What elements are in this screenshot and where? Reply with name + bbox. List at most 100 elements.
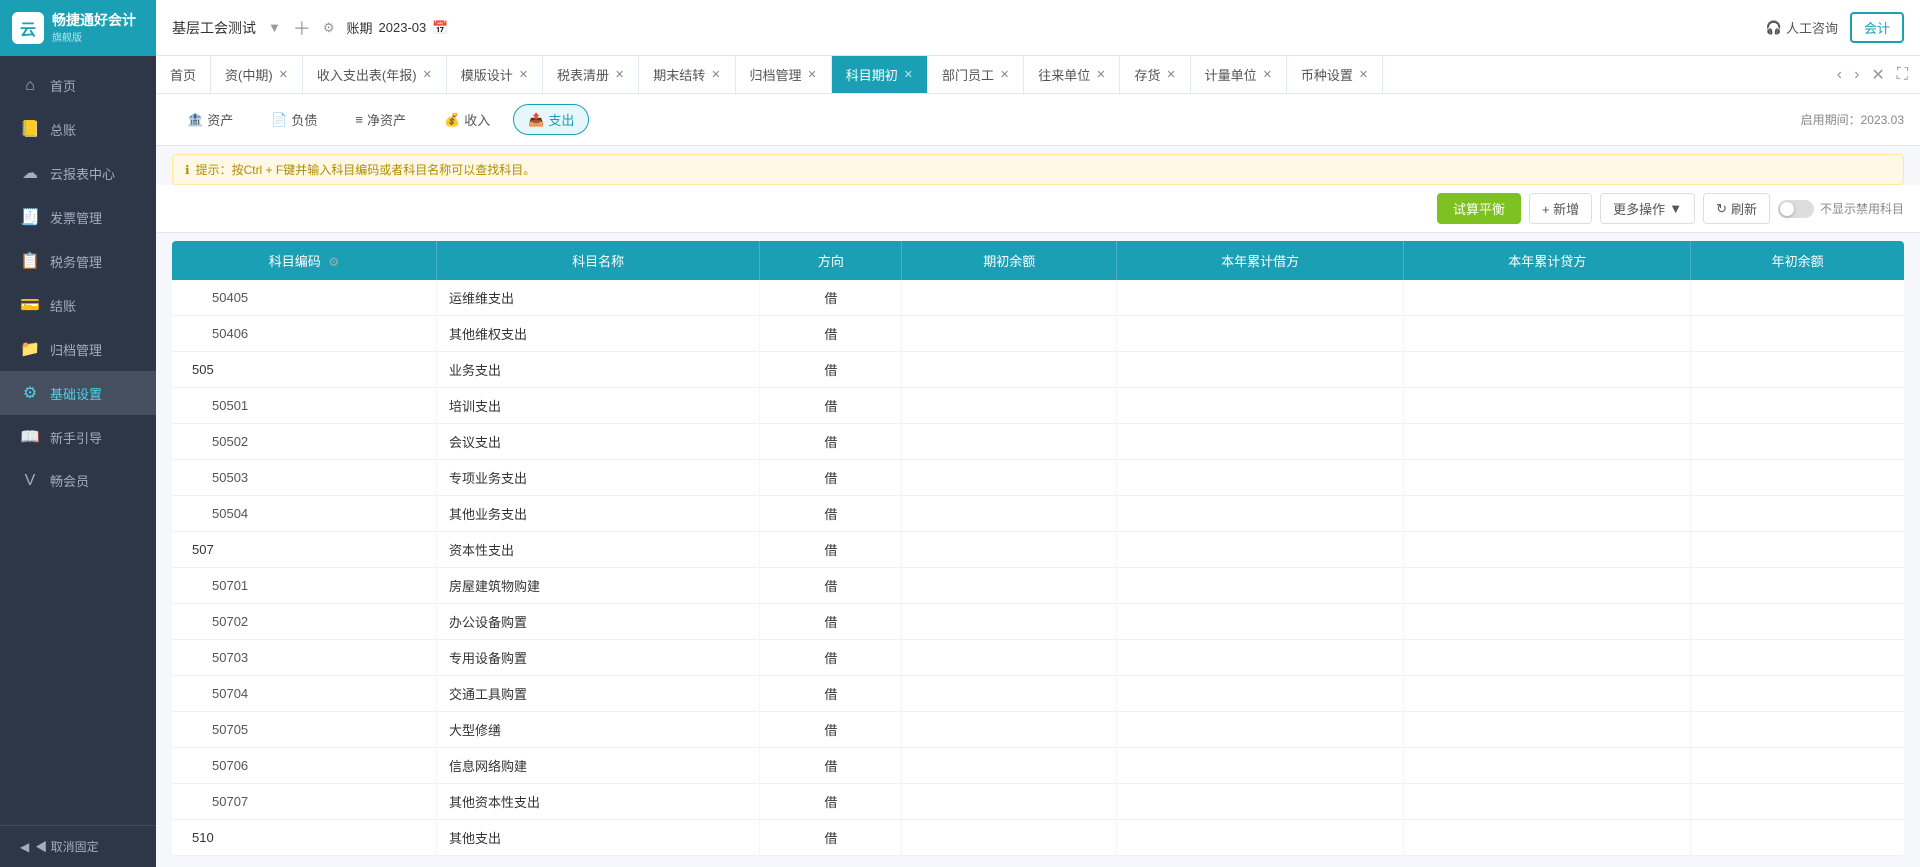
cell-year-opening bbox=[1691, 316, 1904, 352]
col-year-opening: 年初余额 bbox=[1691, 241, 1904, 280]
tab-close-tax-clear[interactable]: ✕ bbox=[615, 68, 624, 81]
sidebar-item-tax[interactable]: 📋 税务管理 bbox=[0, 239, 156, 283]
tab-close-unit[interactable]: ✕ bbox=[1263, 68, 1272, 81]
tab-unit[interactable]: 计量单位✕ bbox=[1191, 56, 1287, 93]
cell-ytd-debit bbox=[1117, 640, 1404, 676]
sidebar-item-checkout[interactable]: 💳 结账 bbox=[0, 283, 156, 327]
company-dropdown-icon[interactable]: ▼ bbox=[268, 20, 281, 35]
sidebar-item-cloud-report[interactable]: ☁ 云报表中心 bbox=[0, 151, 156, 195]
tab-label-contacts: 往来单位 bbox=[1038, 65, 1090, 84]
filter-tab-liability[interactable]: 📄 负债 bbox=[256, 104, 332, 135]
topbar-right: 🎧 人工咨询 会计 bbox=[1766, 12, 1904, 43]
tab-archive-mgr[interactable]: 归档管理✕ bbox=[736, 56, 832, 93]
toolbar-actions: 试算平衡 + 新增 更多操作 ▼ ↻ 刷新 不显示禁用科目 bbox=[1437, 193, 1904, 224]
table-row: 50701 房屋建筑物购建 借 bbox=[172, 568, 1904, 604]
cell-name: 运维维支出 bbox=[436, 280, 759, 316]
net-asset-tab-label: 净资产 bbox=[367, 110, 406, 129]
cell-code: 505 bbox=[172, 352, 436, 388]
table-body: 50405 运维维支出 借 50406 其他维权支出 借 505 业务支出 借 … bbox=[172, 280, 1904, 856]
tab-dept-emp[interactable]: 部门员工✕ bbox=[928, 56, 1024, 93]
filter-tab-net-asset[interactable]: ≡ 净资产 bbox=[340, 104, 421, 135]
cell-direction: 借 bbox=[760, 784, 902, 820]
cell-name: 房屋建筑物购建 bbox=[436, 568, 759, 604]
sidebar-item-guide[interactable]: 📖 新手引导 bbox=[0, 415, 156, 459]
toggle-track[interactable] bbox=[1778, 200, 1814, 218]
more-button[interactable]: 更多操作 ▼ bbox=[1600, 193, 1695, 224]
tab-scroll-right[interactable]: › bbox=[1850, 64, 1863, 86]
disable-toggle[interactable]: 不显示禁用科目 bbox=[1778, 200, 1904, 218]
cell-name: 交通工具购置 bbox=[436, 676, 759, 712]
hint-text: 提示：按Ctrl + F键并输入科目编码或者科目名称可以查找科目。 bbox=[196, 161, 536, 178]
tab-period-end[interactable]: 期末结转✕ bbox=[639, 56, 735, 93]
sidebar-item-ledger[interactable]: 📒 总账 bbox=[0, 107, 156, 151]
tab-close-contacts[interactable]: ✕ bbox=[1096, 68, 1105, 81]
tab-close-bs-period[interactable]: ✕ bbox=[279, 68, 288, 81]
cell-direction: 借 bbox=[760, 352, 902, 388]
cell-ytd-credit bbox=[1404, 424, 1691, 460]
table-row: 50705 大型修缮 借 bbox=[172, 712, 1904, 748]
tab-subject-init[interactable]: 科目期初 ✕ bbox=[832, 56, 928, 93]
company-settings-icon[interactable]: ⚙ bbox=[323, 20, 335, 36]
more-dropdown-icon: ▼ bbox=[1669, 201, 1682, 216]
add-button[interactable]: + 新增 bbox=[1529, 193, 1592, 224]
tab-close-currency[interactable]: ✕ bbox=[1359, 68, 1368, 81]
income-tab-label: 收入 bbox=[464, 110, 490, 129]
consult-button[interactable]: 🎧 人工咨询 bbox=[1766, 18, 1838, 37]
cell-code: 50701 bbox=[172, 568, 436, 604]
cell-year-opening bbox=[1691, 820, 1904, 856]
tab-close-inventory[interactable]: ✕ bbox=[1166, 68, 1175, 81]
tab-template[interactable]: 模版设计✕ bbox=[447, 56, 543, 93]
cell-year-opening bbox=[1691, 496, 1904, 532]
filter-tab-asset[interactable]: 🏦 资产 bbox=[172, 104, 248, 135]
sidebar-logo: 云 畅捷通好会计 旗舰版 bbox=[0, 0, 156, 56]
tab-scroll-left[interactable]: ‹ bbox=[1833, 64, 1846, 86]
tab-close-dept-emp[interactable]: ✕ bbox=[1000, 68, 1009, 81]
tab-home[interactable]: 首页 bbox=[156, 56, 211, 93]
cell-opening bbox=[902, 712, 1117, 748]
tab-contacts[interactable]: 往来单位 ✕ bbox=[1024, 56, 1120, 93]
cell-code: 50704 bbox=[172, 676, 436, 712]
filter-tab-expense[interactable]: 📤 支出 bbox=[513, 104, 589, 135]
tab-currency[interactable]: 币种设置✕ bbox=[1287, 56, 1383, 93]
calendar-icon[interactable]: 📅 bbox=[432, 20, 448, 36]
tab-income-year[interactable]: 收入支出表(年报)✕ bbox=[303, 56, 447, 93]
sidebar-item-member[interactable]: V 畅会员 bbox=[0, 459, 156, 502]
cell-code: 50707 bbox=[172, 784, 436, 820]
sidebar-item-archive[interactable]: 📁 归档管理 bbox=[0, 327, 156, 371]
cell-ytd-credit bbox=[1404, 496, 1691, 532]
cell-name: 专用设备购置 bbox=[436, 640, 759, 676]
cell-opening bbox=[902, 676, 1117, 712]
tab-close-template[interactable]: ✕ bbox=[519, 68, 528, 81]
company-name: 基层工会测试 bbox=[172, 18, 256, 38]
tab-bs-period[interactable]: 资(中期)✕ bbox=[211, 56, 303, 93]
sidebar-item-invoice[interactable]: 🧾 发票管理 bbox=[0, 195, 156, 239]
balance-button[interactable]: 试算平衡 bbox=[1437, 193, 1521, 224]
tab-expand[interactable]: ⛶ bbox=[1893, 64, 1912, 86]
asset-tab-label: 资产 bbox=[207, 110, 233, 129]
tab-tax-clear[interactable]: 税表清册✕ bbox=[543, 56, 639, 93]
cell-name: 会议支出 bbox=[436, 424, 759, 460]
col-name: 科目名称 bbox=[436, 241, 759, 280]
tab-close-income-year[interactable]: ✕ bbox=[423, 68, 432, 81]
cell-year-opening bbox=[1691, 532, 1904, 568]
sidebar-item-settings[interactable]: ⚙ 基础设置 bbox=[0, 371, 156, 415]
cell-name: 业务支出 bbox=[436, 352, 759, 388]
tab-label-inventory: 存货 bbox=[1134, 65, 1160, 84]
hint-bar: ℹ 提示：按Ctrl + F键并输入科目编码或者科目名称可以查找科目。 bbox=[172, 154, 1904, 185]
sidebar-footer[interactable]: ◀ ◀ 取消固定 bbox=[0, 825, 156, 867]
tab-label-subject-init: 科目期初 bbox=[846, 65, 898, 84]
tab-close-archive-mgr[interactable]: ✕ bbox=[808, 68, 817, 81]
tab-inventory[interactable]: 存货 ✕ bbox=[1120, 56, 1190, 93]
add-company-button[interactable]: ＋ bbox=[293, 15, 311, 41]
tab-close-period-end[interactable]: ✕ bbox=[711, 68, 720, 81]
tab-close-subject-init[interactable]: ✕ bbox=[904, 68, 913, 81]
tab-close-all[interactable]: ✕ bbox=[1867, 63, 1888, 87]
account-button[interactable]: 会计 bbox=[1850, 12, 1904, 43]
cell-ytd-credit bbox=[1404, 568, 1691, 604]
col-settings-icon[interactable]: ⚙ bbox=[328, 255, 339, 269]
liability-tab-icon: 📄 bbox=[271, 112, 287, 128]
filter-tab-income[interactable]: 💰 收入 bbox=[429, 104, 505, 135]
refresh-button[interactable]: ↻ 刷新 bbox=[1703, 193, 1770, 224]
sidebar-item-home[interactable]: ⌂ 首页 bbox=[0, 64, 156, 107]
tab-controls: ‹ › ✕ ⛶ bbox=[1825, 63, 1920, 87]
